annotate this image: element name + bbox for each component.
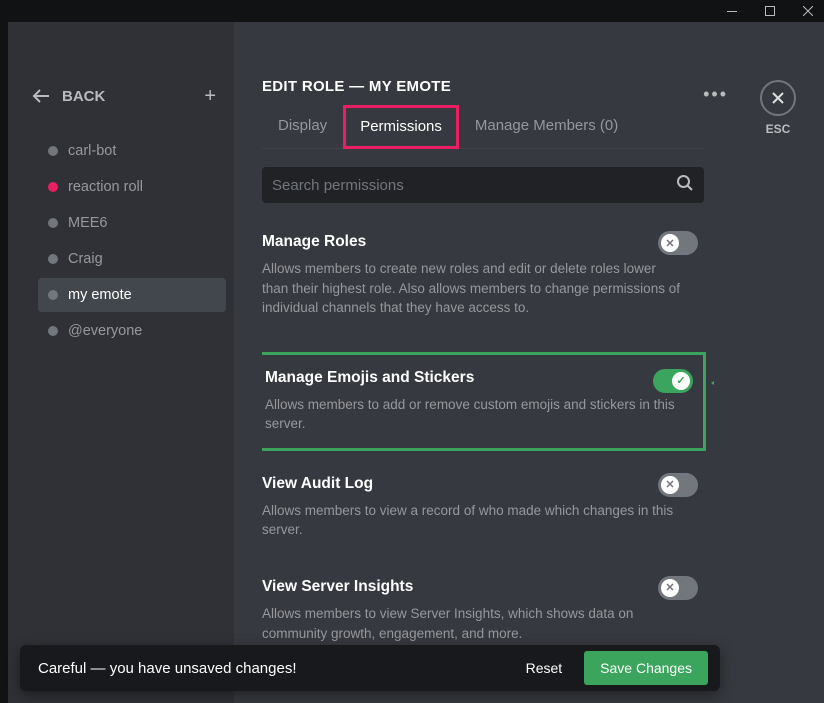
- role-name: Craig: [68, 251, 103, 267]
- window-close-button[interactable]: [796, 2, 820, 20]
- permission-toggle[interactable]: ✕: [658, 473, 698, 497]
- more-options-button[interactable]: •••: [703, 84, 728, 105]
- permission-toggle[interactable]: ✕: [658, 231, 698, 255]
- role-item[interactable]: @everyone: [38, 314, 226, 348]
- permission-toggle[interactable]: ✓: [653, 369, 693, 393]
- role-name: @everyone: [68, 323, 142, 339]
- permission-description: Allows members to view a record of who m…: [262, 501, 682, 540]
- window-maximize-button[interactable]: [758, 2, 782, 20]
- save-changes-button[interactable]: Save Changes: [584, 651, 708, 685]
- back-arrow-icon[interactable]: [32, 89, 50, 103]
- window-minimize-button[interactable]: [720, 2, 744, 20]
- permission-title: View Audit Log: [262, 475, 704, 493]
- close-icon: [760, 80, 796, 116]
- role-item[interactable]: my emote: [38, 278, 226, 312]
- roles-sidebar: BACK + carl-bot reaction roll MEE6 Craig my …: [8, 22, 234, 703]
- search-input[interactable]: [272, 177, 676, 194]
- search-permissions-field[interactable]: [262, 167, 704, 203]
- search-icon: [676, 174, 694, 197]
- role-color-dot: [48, 182, 58, 192]
- role-item[interactable]: Craig: [38, 242, 226, 276]
- check-icon: ✓: [672, 372, 690, 390]
- permission-row: View Audit Log Allows members to view a r…: [262, 471, 704, 544]
- window-titlebar: [0, 0, 824, 22]
- close-settings-button[interactable]: ESC: [760, 80, 796, 136]
- role-name: MEE6: [68, 215, 108, 231]
- role-color-dot: [48, 146, 58, 156]
- back-label[interactable]: BACK: [62, 88, 204, 105]
- permission-title: View Server Insights: [262, 578, 704, 596]
- x-icon: ✕: [661, 476, 679, 494]
- permission-title: Manage Roles: [262, 233, 704, 251]
- permission-description: Allows members to view Server Insights, …: [262, 604, 682, 643]
- permissions-list: Manage Roles Allows members to create new…: [262, 229, 714, 659]
- role-name: reaction roll: [68, 179, 143, 195]
- tab-bar: Display Permissions Manage Members (0): [262, 117, 704, 149]
- role-item[interactable]: carl-bot: [38, 134, 226, 168]
- add-role-button[interactable]: +: [204, 85, 216, 108]
- role-item[interactable]: MEE6: [38, 206, 226, 240]
- permission-toggle[interactable]: ✕: [658, 576, 698, 600]
- permission-title: Manage Emojis and Stickers: [265, 369, 693, 387]
- tab-display[interactable]: Display: [262, 117, 343, 148]
- x-icon: ✕: [661, 234, 679, 252]
- reset-button[interactable]: Reset: [512, 652, 577, 684]
- permission-description: Allows members to add or remove custom e…: [265, 395, 685, 434]
- tab-manage-members[interactable]: Manage Members (0): [459, 117, 634, 148]
- tab-permissions[interactable]: Permissions: [343, 105, 459, 149]
- x-icon: ✕: [661, 579, 679, 597]
- role-name: my emote: [68, 287, 132, 303]
- permission-row: View Server Insights Allows members to vi…: [262, 574, 704, 647]
- role-item[interactable]: reaction roll: [38, 170, 226, 204]
- role-color-dot: [48, 290, 58, 300]
- permission-row: Manage Emojis and Stickers Allows members…: [262, 352, 706, 451]
- role-color-dot: [48, 254, 58, 264]
- permission-row: Manage Roles Allows members to create new…: [262, 229, 704, 322]
- permission-description: Allows members to create new roles and e…: [262, 259, 682, 318]
- unsaved-text: Careful — you have unsaved changes!: [38, 660, 512, 677]
- role-color-dot: [48, 326, 58, 336]
- role-name: carl-bot: [68, 143, 116, 159]
- role-color-dot: [48, 218, 58, 228]
- unsaved-changes-bar: Careful — you have unsaved changes! Rese…: [20, 645, 720, 691]
- main-panel: ••• ESC EDIT ROLE — MY EMOTE Display Per…: [234, 22, 824, 703]
- esc-label: ESC: [760, 122, 796, 136]
